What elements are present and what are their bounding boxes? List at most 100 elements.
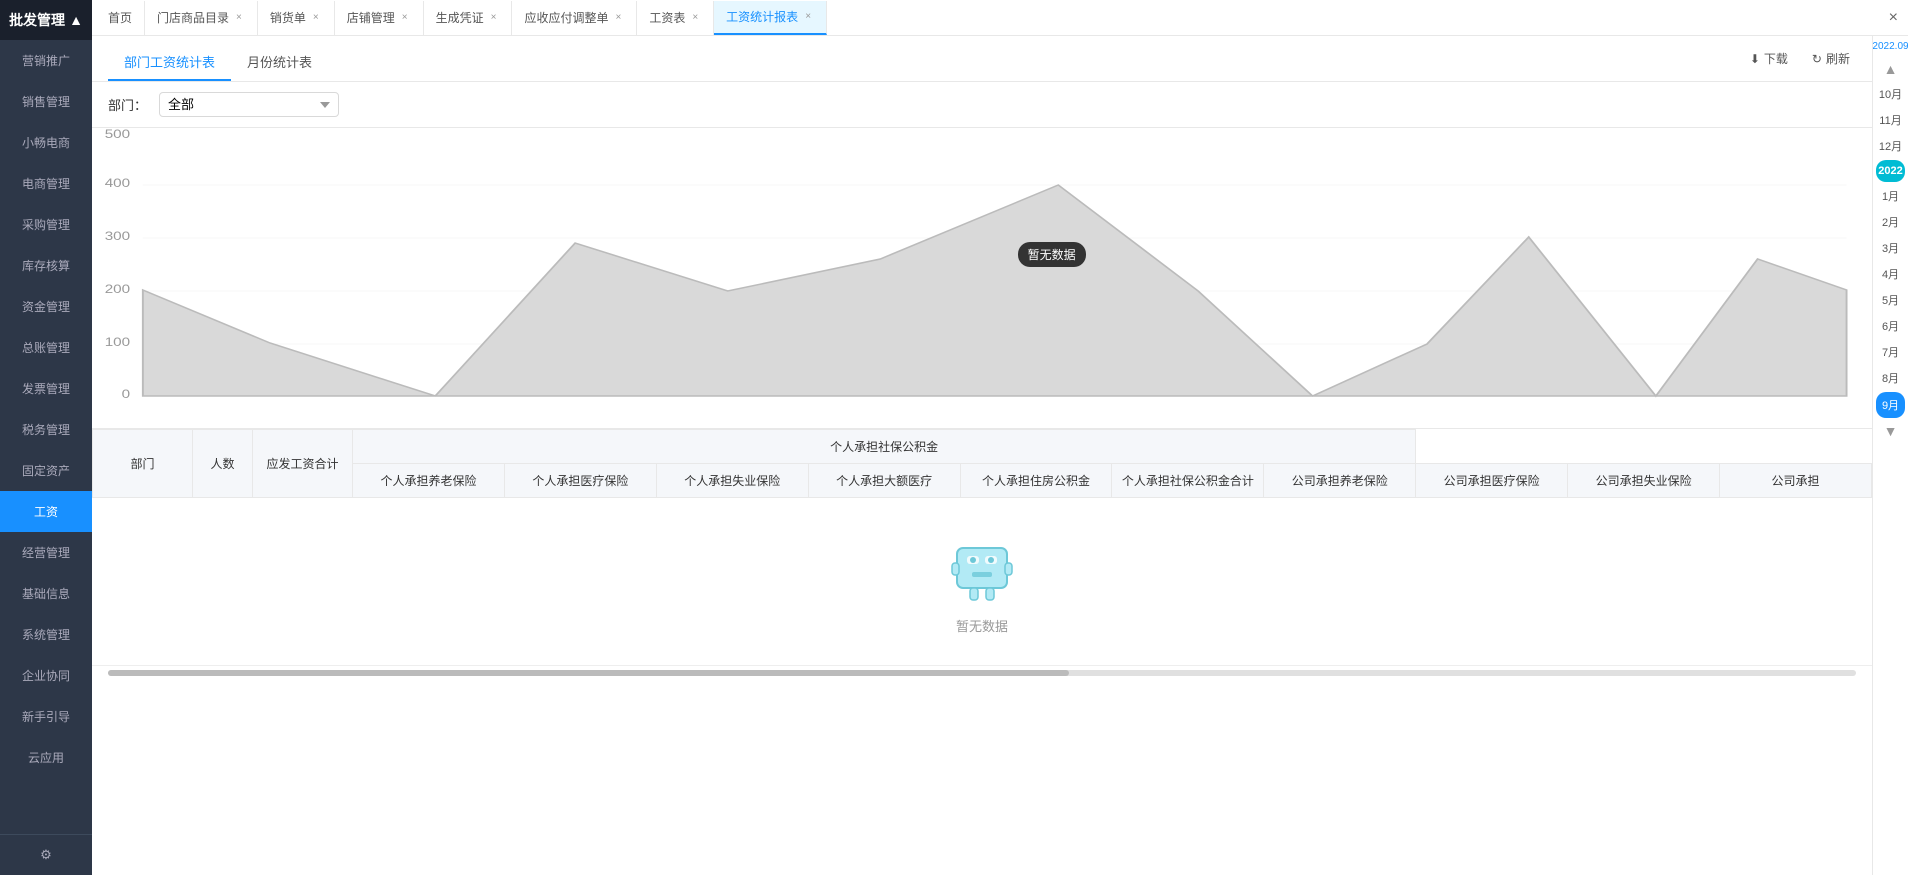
date-nav-down[interactable]: ▼ [1880,419,1902,443]
th-personal-total: 个人承担社保公积金合计 [1112,464,1264,498]
sidebar-item-enterprise[interactable]: 企业协同 [0,655,92,696]
sidebar-settings[interactable]: ⚙ [0,834,92,875]
main-area: 首页门店商品目录×销货单×店铺管理×生成凭证×应收应付调整单×工资表×工资统计报… [92,0,1908,875]
tab-month[interactable]: 月份统计表 [231,44,328,81]
date-header: 2022.09 [1873,36,1908,57]
svg-text:300: 300 [105,230,131,243]
tab-close-production[interactable]: × [488,11,500,24]
sidebar-toggle-icon: ▲ [69,12,83,28]
tab-label-payroll-report: 工资统计报表 [726,8,798,25]
refresh-button[interactable]: ↻ 刷新 [1806,46,1856,71]
sidebar-item-marketing[interactable]: 营销推广 [0,40,92,81]
th-count: 人数 [193,430,253,498]
date-item-0[interactable]: 10月 [1872,81,1908,107]
sidebar-item-finance[interactable]: 资金管理 [0,286,92,327]
date-item-2[interactable]: 12月 [1872,133,1908,159]
tab-sales-order[interactable]: 销货单 × [258,1,335,35]
sidebar: 批发管理 ▲ 营销推广销售管理小畅电商电商管理采购管理库存核算资金管理总账管理发… [0,0,92,875]
table-area: 部门 人数 应发工资合计 个人承担社保公积金 个人承担养老保险 个人承担医疗保险… [92,428,1872,875]
chart-area: 0 100 200 300 400 500 暂无数据 [92,128,1872,428]
empty-icon-svg [942,528,1022,608]
sidebar-item-assets[interactable]: 固定资产 [0,450,92,491]
sidebar-item-cloud[interactable]: 云应用 [0,737,92,778]
tab-close-payroll[interactable]: × [689,11,701,24]
date-item-5[interactable]: 2月 [1872,209,1908,235]
tab-label-store-mgmt: 店铺管理 [347,9,395,26]
sidebar-item-sales[interactable]: 销售管理 [0,81,92,122]
sidebar-item-ecommerce-small[interactable]: 小畅电商 [0,122,92,163]
tab-label-store-catalog: 门店商品目录 [157,9,229,26]
refresh-label: 刷新 [1826,50,1850,67]
tab-label-sales-order: 销货单 [270,9,306,26]
empty-state: 暂无数据 [912,498,1052,665]
svg-text:400: 400 [105,177,131,190]
tab-store-catalog[interactable]: 门店商品目录 × [145,1,258,35]
tab-close-store-catalog[interactable]: × [233,11,245,24]
sidebar-item-system[interactable]: 系统管理 [0,614,92,655]
svg-text:200: 200 [105,283,131,296]
close-all-button[interactable]: × [1883,5,1904,31]
date-item-7[interactable]: 4月 [1872,261,1908,287]
tab-label-payroll: 工资表 [649,9,685,26]
tab-close-store-mgmt[interactable]: × [399,11,411,24]
scroll-bar[interactable] [92,665,1872,680]
tab-receivable[interactable]: 应收应付调整单 × [512,1,637,35]
th-company-unemployment: 公司承担失业保险 [1568,464,1720,498]
sidebar-item-guide[interactable]: 新手引导 [0,696,92,737]
date-item-1[interactable]: 11月 [1872,107,1908,133]
tab-dept[interactable]: 部门工资统计表 [108,44,231,81]
sidebar-header[interactable]: 批发管理 ▲ [0,0,92,40]
dept-filter-select[interactable]: 全部 [159,92,339,117]
filter-bar: 部门： 全部 [92,82,1872,128]
date-item-8[interactable]: 5月 [1872,287,1908,313]
page-tab-list: 部门工资统计表 月份统计表 [108,44,328,81]
dept-filter-label: 部门： [108,95,147,114]
download-label: 下载 [1764,50,1788,67]
sidebar-item-base-info[interactable]: 基础信息 [0,573,92,614]
tab-production[interactable]: 生成凭证 × [424,1,513,35]
date-item-10[interactable]: 7月 [1872,339,1908,365]
date-item-6[interactable]: 3月 [1872,235,1908,261]
tab-close-sales-order[interactable]: × [310,11,322,24]
date-nav-up[interactable]: ▲ [1880,57,1902,81]
sidebar-item-purchase[interactable]: 采购管理 [0,204,92,245]
tab-label-production: 生成凭证 [436,9,484,26]
date-item-12[interactable]: 9月 [1876,392,1904,418]
th-company-pension: 公司承担养老保险 [1264,464,1416,498]
tab-label-home: 首页 [108,9,132,26]
sidebar-item-invoice[interactable]: 发票管理 [0,368,92,409]
tab-payroll-report[interactable]: 工资统计报表 × [714,1,827,35]
tab-close-receivable[interactable]: × [612,11,624,24]
sidebar-item-salary[interactable]: 工资 [0,491,92,532]
sidebar-item-operations[interactable]: 经营管理 [0,532,92,573]
sidebar-item-accounting[interactable]: 总账管理 [0,327,92,368]
data-table: 部门 人数 应发工资合计 个人承担社保公积金 个人承担养老保险 个人承担医疗保险… [92,429,1872,498]
settings-icon: ⚙ [40,847,52,862]
refresh-icon: ↻ [1812,52,1822,66]
svg-text:0: 0 [122,388,131,401]
tab-home[interactable]: 首页 [96,1,145,35]
download-button[interactable]: ⬇ 下载 [1744,46,1794,71]
chart-polygon [143,185,1847,396]
tab-list: 首页门店商品目录×销货单×店铺管理×生成凭证×应收应付调整单×工资表×工资统计报… [96,1,1883,35]
download-icon: ⬇ [1750,52,1760,66]
date-list: 10月11月12月20221月2月3月4月5月6月7月8月9月 [1872,81,1908,419]
chart-svg: 0 100 200 300 400 500 [92,128,1872,428]
date-item-4[interactable]: 1月 [1872,183,1908,209]
tab-close-payroll-report[interactable]: × [802,10,814,23]
date-item-11[interactable]: 8月 [1872,365,1908,391]
tab-payroll[interactable]: 工资表 × [637,1,714,35]
tab-label-receivable: 应收应付调整单 [524,9,608,26]
sidebar-item-tax[interactable]: 税务管理 [0,409,92,450]
th-company-other: 公司承担 [1720,464,1872,498]
tab-actions: × [1883,5,1904,31]
sidebar-item-inventory[interactable]: 库存核算 [0,245,92,286]
th-dept: 部门 [93,430,193,498]
th-personal-housing: 个人承担住房公积金 [960,464,1112,498]
tab-bar: 首页门店商品目录×销货单×店铺管理×生成凭证×应收应付调整单×工资表×工资统计报… [92,0,1908,36]
date-item-9[interactable]: 6月 [1872,313,1908,339]
date-item-3[interactable]: 2022 [1876,160,1904,182]
sidebar-item-ecommerce[interactable]: 电商管理 [0,163,92,204]
tab-store-mgmt[interactable]: 店铺管理 × [335,1,424,35]
th-personal-social: 个人承担社保公积金 [353,430,1416,464]
